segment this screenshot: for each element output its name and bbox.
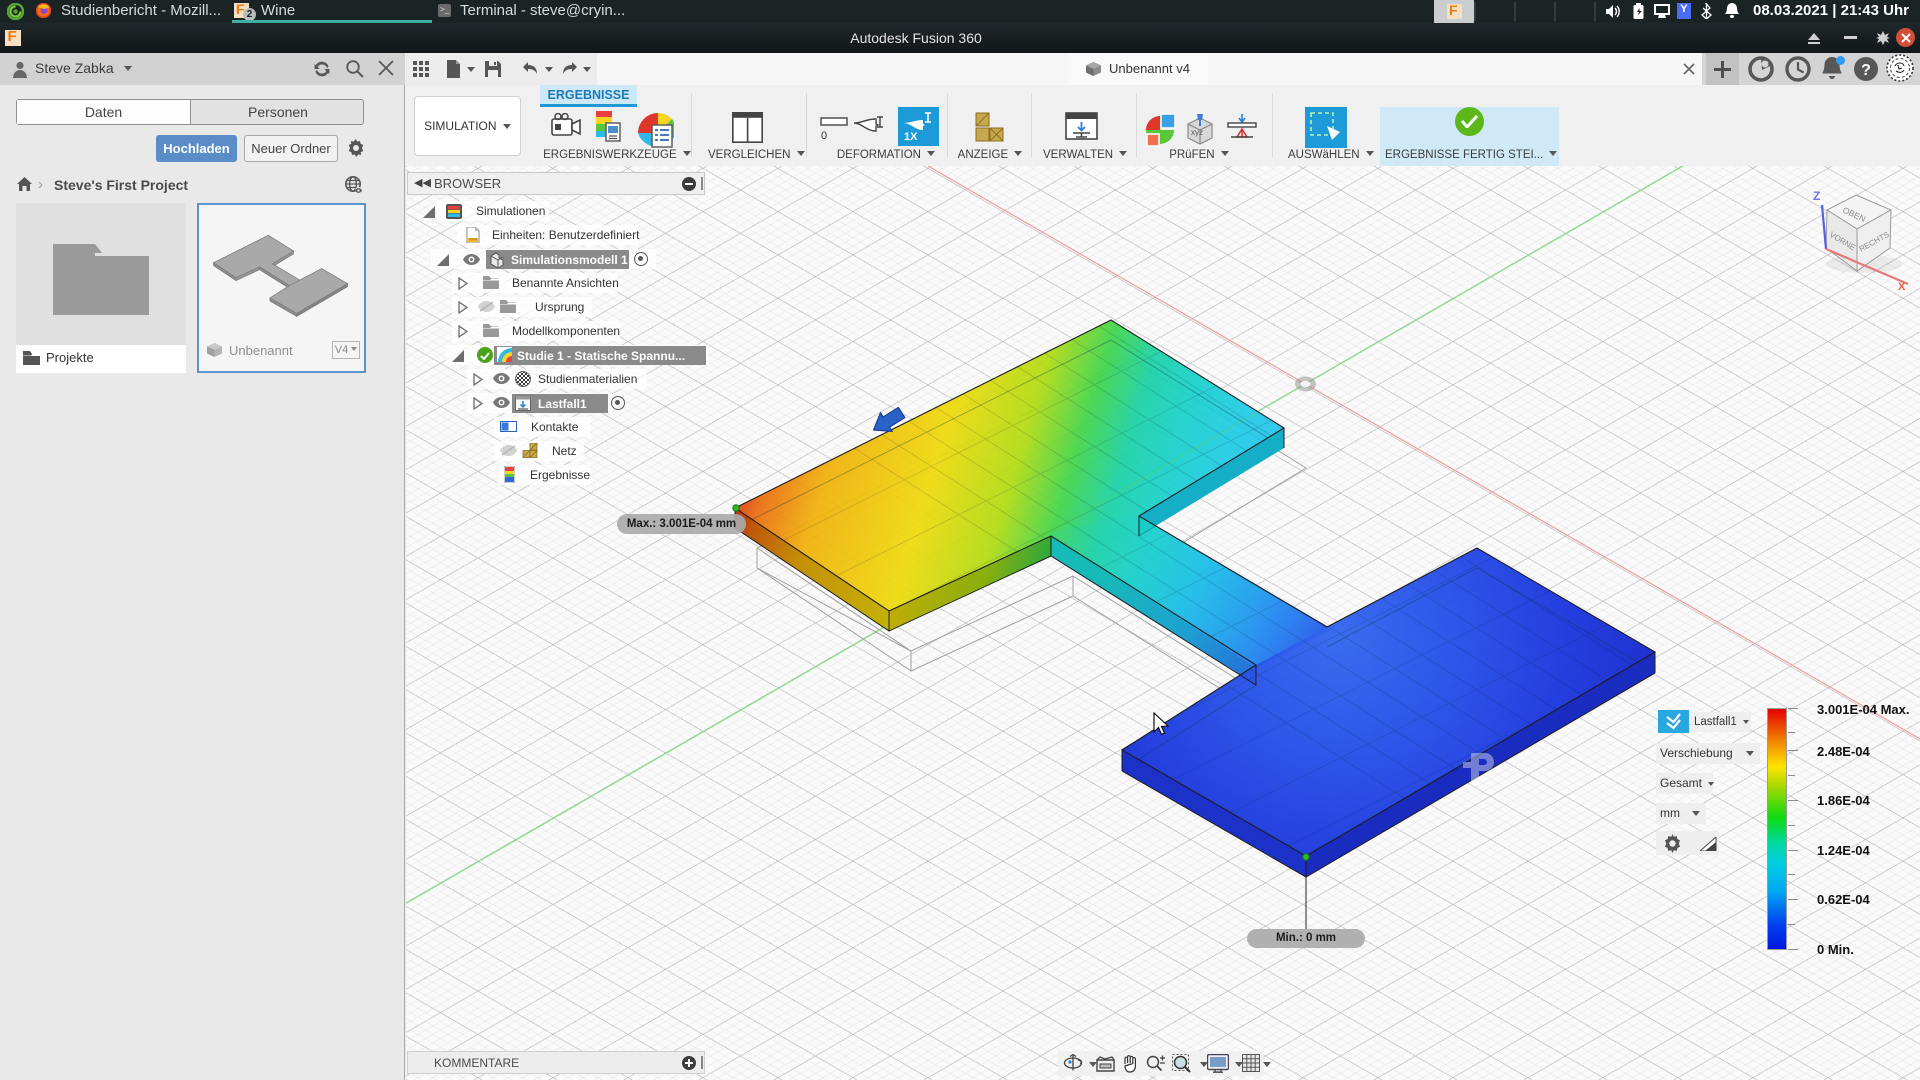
- svg-text:?: ?: [1861, 62, 1871, 79]
- svg-text:1X: 1X: [904, 131, 918, 142]
- svg-text:X: X: [1898, 281, 1906, 293]
- svg-text:Z: Z: [1813, 189, 1820, 203]
- svg-text:0: 0: [821, 130, 827, 142]
- svg-text:xyz: xyz: [1191, 128, 1203, 137]
